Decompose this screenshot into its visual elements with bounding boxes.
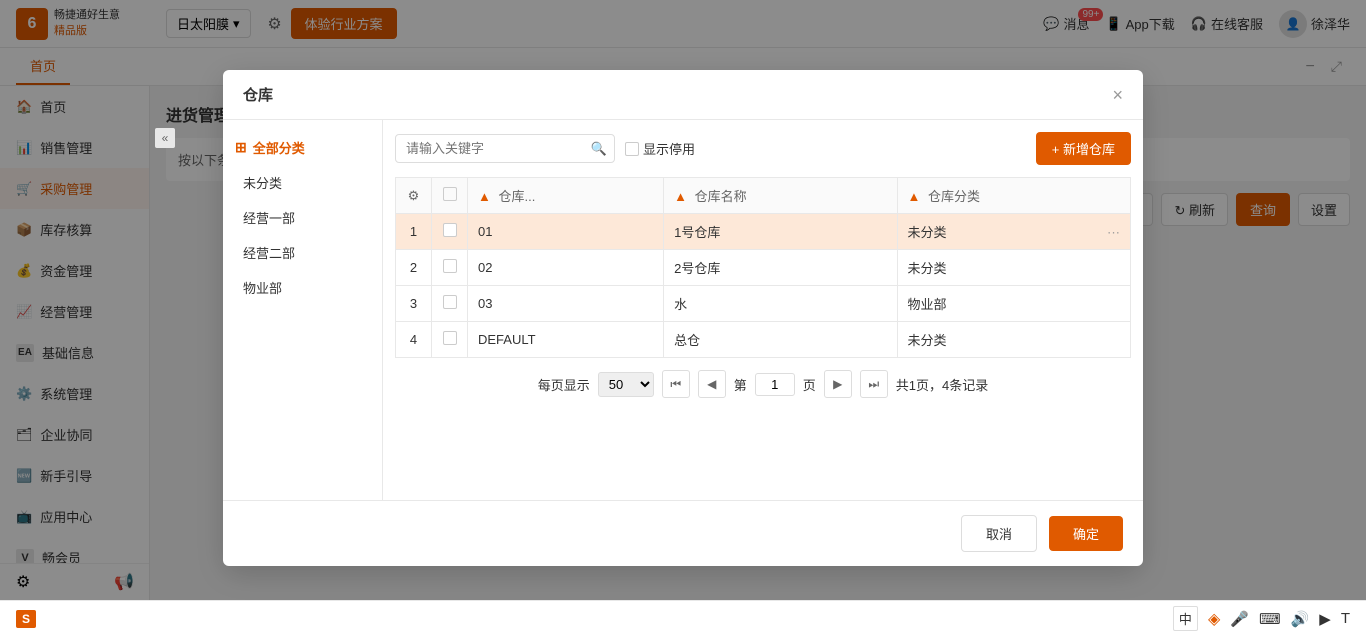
page-input[interactable] xyxy=(755,373,795,396)
row-index: 4 xyxy=(396,322,432,358)
show-disabled-label[interactable]: 显示停用 xyxy=(625,139,695,158)
modal-footer: 取消 确定 xyxy=(223,500,1143,566)
tree-panel: ⊞ 全部分类 « 未分类 经营一部 经营二部 物业部 xyxy=(223,120,383,500)
tree-item-ops2[interactable]: 经营二部 xyxy=(223,235,382,270)
confirm-btn[interactable]: 确定 xyxy=(1049,516,1123,551)
bottom-bar: S 中 ◈ 🎤 ⌨ 🔊 ▶ T xyxy=(0,600,1366,636)
page-size-select[interactable]: 50 100 xyxy=(598,372,654,397)
bottom-mic-icon[interactable]: 🎤 xyxy=(1230,610,1249,628)
tree-item-property[interactable]: 物业部 xyxy=(223,270,382,305)
row-name: 总仓 xyxy=(664,322,897,358)
row-code: 03 xyxy=(468,286,664,322)
tree-item-ops1[interactable]: 经营一部 xyxy=(223,200,382,235)
table-row[interactable]: 1 01 1号仓库 未分类 ··· xyxy=(396,214,1131,250)
sort-icon: ▲ xyxy=(478,189,491,204)
row-index: 2 xyxy=(396,250,432,286)
sort-icon3: ▲ xyxy=(908,189,921,204)
row-index: 1 xyxy=(396,214,432,250)
bottom-zh-icon[interactable]: 中 xyxy=(1173,606,1198,631)
row-category: 未分类 ··· xyxy=(897,214,1130,250)
row-checkbox[interactable] xyxy=(432,214,468,250)
col-name-header[interactable]: ▲ 仓库名称 xyxy=(664,178,897,214)
col-gear: ⚙ xyxy=(396,178,432,214)
search-icon[interactable]: 🔍 xyxy=(591,141,607,157)
warehouse-modal: 仓库 × ⊞ 全部分类 « 未分类 经营一部 经营二部 物业部 xyxy=(223,70,1143,566)
col-code-header[interactable]: ▲ 仓库... xyxy=(468,178,664,214)
row-actions[interactable]: ··· xyxy=(1107,224,1120,239)
table-toolbar: 🔍 显示停用 + 新增仓库 xyxy=(395,132,1131,165)
bottom-keyboard-icon[interactable]: ⌨ xyxy=(1259,610,1281,628)
header-checkbox[interactable] xyxy=(443,187,457,201)
tree-item-uncategorized[interactable]: 未分类 xyxy=(223,165,382,200)
new-warehouse-btn[interactable]: + 新增仓库 xyxy=(1036,132,1131,165)
modal-overlay: 仓库 × ⊞ 全部分类 « 未分类 经营一部 经营二部 物业部 xyxy=(0,0,1366,636)
col-checkbox xyxy=(432,178,468,214)
table-row[interactable]: 3 03 水 物业部 xyxy=(396,286,1131,322)
grid-icon: ⊞ xyxy=(235,139,247,156)
cancel-btn[interactable]: 取消 xyxy=(961,515,1037,552)
search-wrap: 🔍 xyxy=(395,134,615,163)
bottom-taskbar-icon[interactable]: ▶ xyxy=(1319,610,1331,628)
row-code: DEFAULT xyxy=(468,322,664,358)
row-checkbox[interactable] xyxy=(432,250,468,286)
bottom-t-icon[interactable]: T xyxy=(1341,610,1350,627)
col-category-header[interactable]: ▲ 仓库分类 xyxy=(897,178,1130,214)
next-page-btn[interactable]: ▶ xyxy=(824,370,852,398)
row-category: 物业部 xyxy=(897,286,1130,322)
sort-icon2: ▲ xyxy=(674,189,687,204)
table-row[interactable]: 2 02 2号仓库 未分类 xyxy=(396,250,1131,286)
prev-page-btn[interactable]: ◀ xyxy=(698,370,726,398)
tree-header[interactable]: ⊞ 全部分类 xyxy=(223,130,382,165)
row-index: 3 xyxy=(396,286,432,322)
table-row[interactable]: 4 DEFAULT 总仓 未分类 xyxy=(396,322,1131,358)
modal-header: 仓库 × xyxy=(223,70,1143,120)
row-category: 未分类 xyxy=(897,250,1130,286)
search-input[interactable] xyxy=(395,134,615,163)
row-code: 01 xyxy=(468,214,664,250)
bottom-dot-icon[interactable]: ◈ xyxy=(1208,609,1220,629)
modal-title: 仓库 xyxy=(243,84,273,105)
row-checkbox[interactable] xyxy=(432,322,468,358)
modal-close-btn[interactable]: × xyxy=(1112,86,1123,104)
table-panel: 🔍 显示停用 + 新增仓库 ⚙ xyxy=(383,120,1143,500)
row-name: 2号仓库 xyxy=(664,250,897,286)
pagination-bar: 每页显示 50 100 ⏮ ◀ 第 页 ▶ ⏭ 共1页，4条记录 xyxy=(395,358,1131,402)
warehouse-table: ⚙ ▲ 仓库... ▲ 仓库名称 xyxy=(395,177,1131,358)
bottom-speaker-icon[interactable]: 🔊 xyxy=(1291,610,1310,628)
row-name: 1号仓库 xyxy=(664,214,897,250)
first-page-btn[interactable]: ⏮ xyxy=(662,370,690,398)
modal-body: ⊞ 全部分类 « 未分类 经营一部 经营二部 物业部 🔍 xyxy=(223,120,1143,500)
row-checkbox[interactable] xyxy=(432,286,468,322)
row-code: 02 xyxy=(468,250,664,286)
bottom-logo: S xyxy=(16,610,36,628)
row-name: 水 xyxy=(664,286,897,322)
show-disabled-checkbox[interactable] xyxy=(625,142,639,156)
row-category: 未分类 xyxy=(897,322,1130,358)
last-page-btn[interactable]: ⏭ xyxy=(860,370,888,398)
